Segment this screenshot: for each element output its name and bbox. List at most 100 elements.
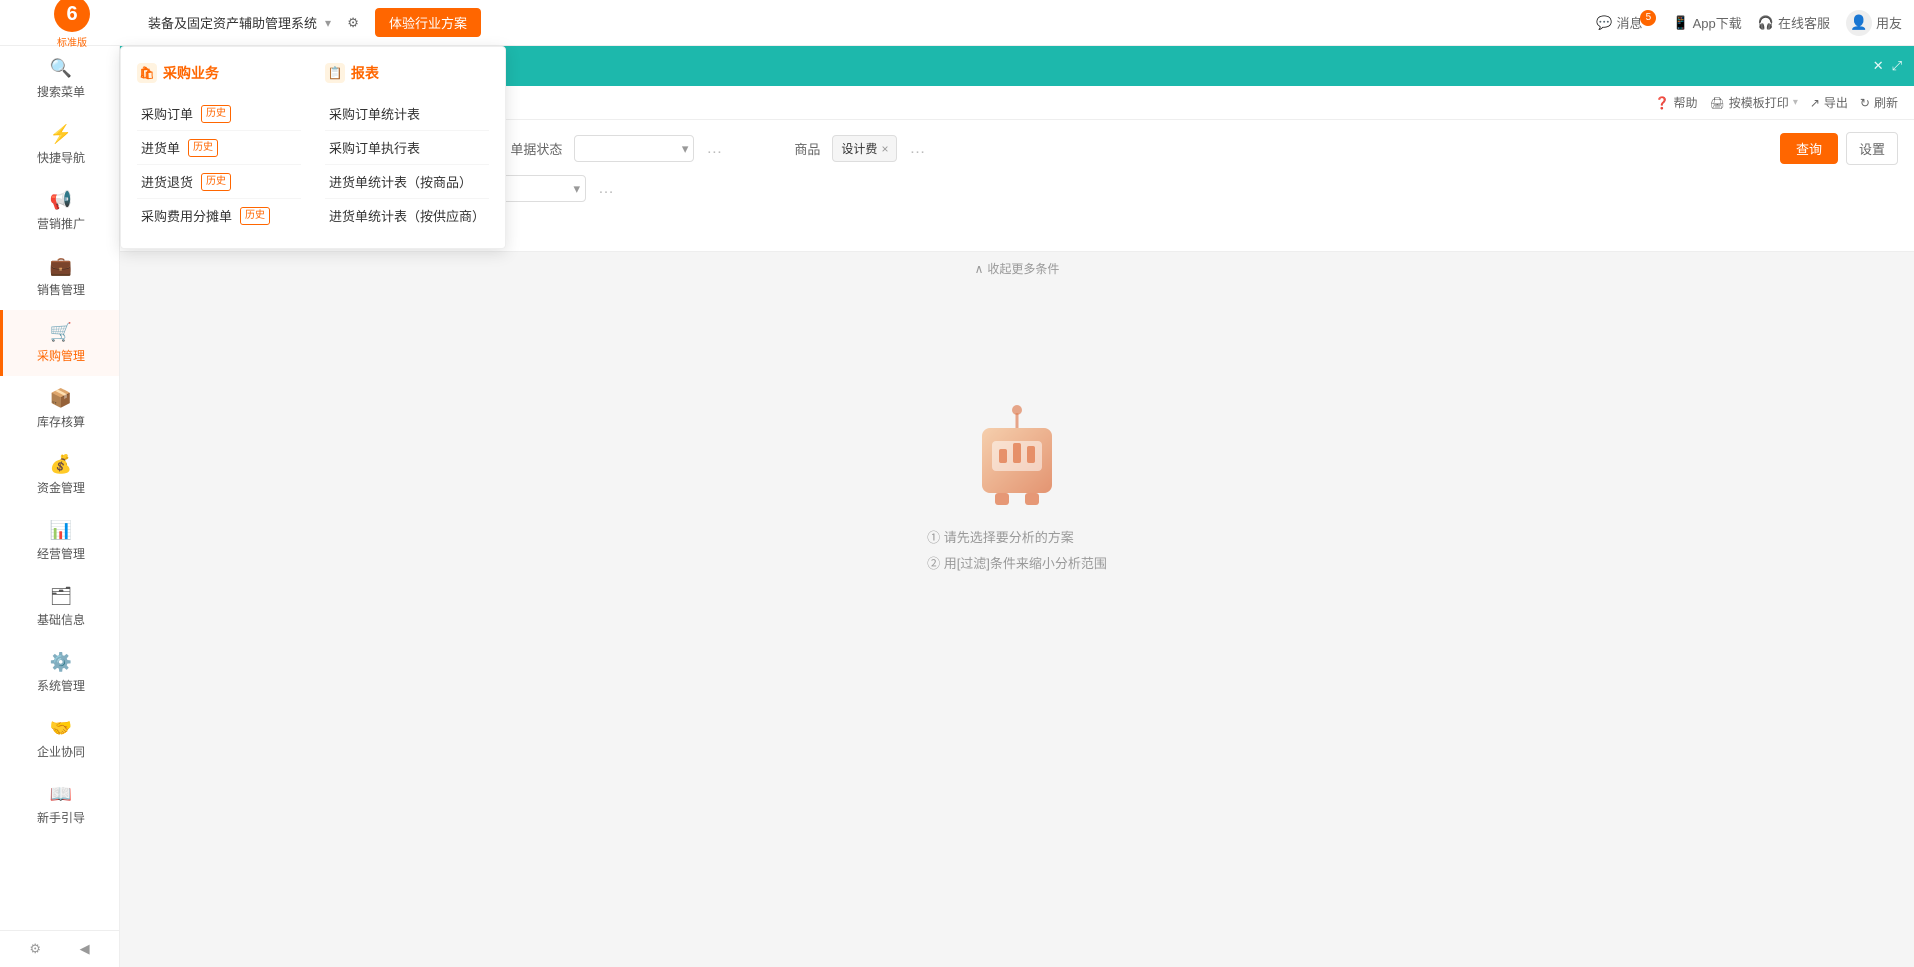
chevron-down-icon[interactable]: ▾ [325,16,331,30]
menu-item-purchase-order[interactable]: 采购订单 历史 [137,97,301,131]
sidebar-item-label: 基础信息 [37,611,85,628]
menu-item-purchase-expense[interactable]: 采购费用分摊单 历史 [137,199,301,232]
collapse-up-icon: ∧ [975,262,984,276]
sidebar-item-label: 采购管理 [37,347,85,364]
operations-icon: 📊 [50,520,72,541]
purchase-icon: 🛒 [50,322,72,343]
menu-item-stock-in[interactable]: 进货单 历史 [137,131,301,165]
empty-state: 请先选择要分析的方案 用[过滤]条件来缩小分析范围 [120,285,1914,685]
purchase-order-badge: 历史 [201,105,231,123]
sidebar-settings-icon[interactable]: ⚙ [29,941,41,957]
sidebar-item-search[interactable]: 🔍 搜索菜单 [0,46,119,112]
sidebar-item-purchase[interactable]: 🛒 采购管理 [0,310,119,376]
help-icon: ❓ [1655,96,1670,110]
sidebar-item-label: 搜索菜单 [37,83,85,100]
menu-item-stock-stat-supplier[interactable]: 进货单统计表（按供应商） [325,199,489,232]
logo-area: 6 标准版 [12,0,132,49]
purchase-expense-label: 采购费用分摊单 [141,206,232,225]
sidebar-item-operations[interactable]: 📊 经营管理 [0,508,119,574]
menu-item-stock-stat-product[interactable]: 进货单统计表（按商品） [325,165,489,199]
system-icon: ⚙️ [50,652,72,673]
base-info-icon: 🗂 [50,586,73,607]
menu-item-po-stat[interactable]: 采购订单统计表 [325,97,489,131]
sidebar-item-label: 新手引导 [37,809,85,826]
sidebar-item-inventory[interactable]: 📦 库存核算 [0,376,119,442]
product-dots[interactable]: … [909,140,927,158]
tab-maximize-icon[interactable]: ⤢ [1892,58,1902,74]
sidebar-item-guide[interactable]: 📖 新手引导 [0,772,119,838]
doc-status-dots[interactable]: … [706,140,724,158]
settings-icon[interactable]: ⚙ [339,9,367,37]
purchase-order-label: 采购订单 [141,104,193,123]
sidebar-nav: 🔍 搜索菜单 ⚡ 快捷导航 📢 营销推广 💼 销售管理 🛒 采购管理 📦 [0,46,119,930]
guide-icon: 📖 [50,784,72,805]
salesperson-dots[interactable]: … [598,180,616,198]
menu-item-po-exec[interactable]: 采购订单执行表 [325,131,489,165]
print-dropdown-icon[interactable]: ▾ [1793,97,1798,108]
app-logo: 6 [54,0,90,32]
stock-stat-product-label: 进货单统计表（按商品） [329,172,472,191]
stock-in-label: 进货单 [141,138,180,157]
tab-close-window-icon[interactable]: ✕ [1873,58,1884,74]
sidebar-item-base-info[interactable]: 🗂 基础信息 [0,574,119,640]
sidebar-item-label: 企业协同 [37,743,85,760]
purchase-expense-badge: 历史 [240,207,270,225]
sidebar-item-label: 快捷导航 [37,149,85,166]
product-remove-btn[interactable]: × [881,142,888,156]
report-title: 📋 报表 [325,63,489,87]
refresh-button[interactable]: ↻ 刷新 [1860,94,1898,111]
sidebar-item-label: 销售管理 [37,281,85,298]
sidebar-item-sales[interactable]: 💼 销售管理 [0,244,119,310]
help-button[interactable]: ❓ 帮助 [1655,94,1698,111]
purchase-business-title: 🛍 采购业务 [137,63,301,87]
empty-hint-1: 请先选择要分析的方案 [927,525,1107,551]
finance-icon: 💰 [50,454,72,475]
po-stat-label: 采购订单统计表 [329,104,420,123]
purchase-dropdown-menu: 🛍 采购业务 采购订单 历史 进货单 历史 进货退货 历史 采购费用分摊单 历史 [120,46,506,249]
collapse-bar: ∧ 收起更多条件 [120,252,1914,285]
sidebar-item-system[interactable]: ⚙️ 系统管理 [0,640,119,706]
sidebar-item-enterprise[interactable]: 🤝 企业协同 [0,706,119,772]
sidebar-item-label: 系统管理 [37,677,85,694]
sidebar-item-label: 营销推广 [37,215,85,232]
sidebar-item-quicknav[interactable]: ⚡ 快捷导航 [0,112,119,178]
export-button[interactable]: ↗ 导出 [1810,94,1848,111]
menu-item-stock-return[interactable]: 进货退货 历史 [137,165,301,199]
stock-stat-supplier-label: 进货单统计表（按供应商） [329,206,485,225]
doc-status-select[interactable] [574,135,694,162]
logo-subtitle: 标准版 [57,34,87,49]
sidebar-item-marketing[interactable]: 📢 营销推广 [0,178,119,244]
empty-hint-2: 用[过滤]条件来缩小分析范围 [927,551,1107,577]
export-icon: ↗ [1810,96,1820,110]
collapse-button[interactable]: ∧ 收起更多条件 [975,260,1060,277]
online-service-button[interactable]: 🎧 在线客服 [1758,13,1830,32]
top-right: 💬 消息 5 📱 App下载 🎧 在线客服 👤 用友 [1596,10,1902,36]
stock-in-badge: 历史 [188,139,218,157]
doc-status-label: 单据状态 [502,139,562,158]
stock-return-label: 进货退货 [141,172,193,191]
purchase-section-icon: 🛍 [137,63,157,83]
inventory-icon: 📦 [50,388,72,409]
message-button[interactable]: 💬 消息 5 [1596,13,1656,32]
industry-button[interactable]: 体验行业方案 [375,8,481,37]
purchase-business-col: 🛍 采购业务 采购订单 历史 进货单 历史 进货退货 历史 采购费用分摊单 历史 [137,63,301,232]
refresh-icon: ↻ [1860,96,1870,110]
sidebar-item-label: 库存核算 [37,413,85,430]
sidebar-item-finance[interactable]: 💰 资金管理 [0,442,119,508]
message-icon: 💬 [1596,15,1612,31]
search-menu-icon: 🔍 [50,58,72,79]
sidebar-collapse-icon[interactable]: ◀ [80,941,90,957]
print-button[interactable]: 🖨 按模板打印 ▾ [1710,94,1798,111]
sidebar-item-label: 资金管理 [37,479,85,496]
query-actions: 查询 设置 [1780,132,1898,165]
doc-status-select-wrap [574,135,694,162]
empty-hints: 请先选择要分析的方案 用[过滤]条件来缩小分析范围 [927,525,1107,577]
app-download-button[interactable]: 📱 App下载 [1672,13,1741,32]
user-menu[interactable]: 👤 用友 [1846,10,1902,36]
avatar-icon: 👤 [1846,10,1872,36]
tab-window-buttons: ✕ ⤢ [1861,58,1914,74]
top-bar-left: 6 标准版 装备及固定资产辅助管理系统 ▾ ⚙ 体验行业方案 [12,0,1596,49]
query-button[interactable]: 查询 [1780,133,1838,164]
settings-button[interactable]: 设置 [1846,132,1898,165]
product-tag: 设计费 × [832,135,897,162]
